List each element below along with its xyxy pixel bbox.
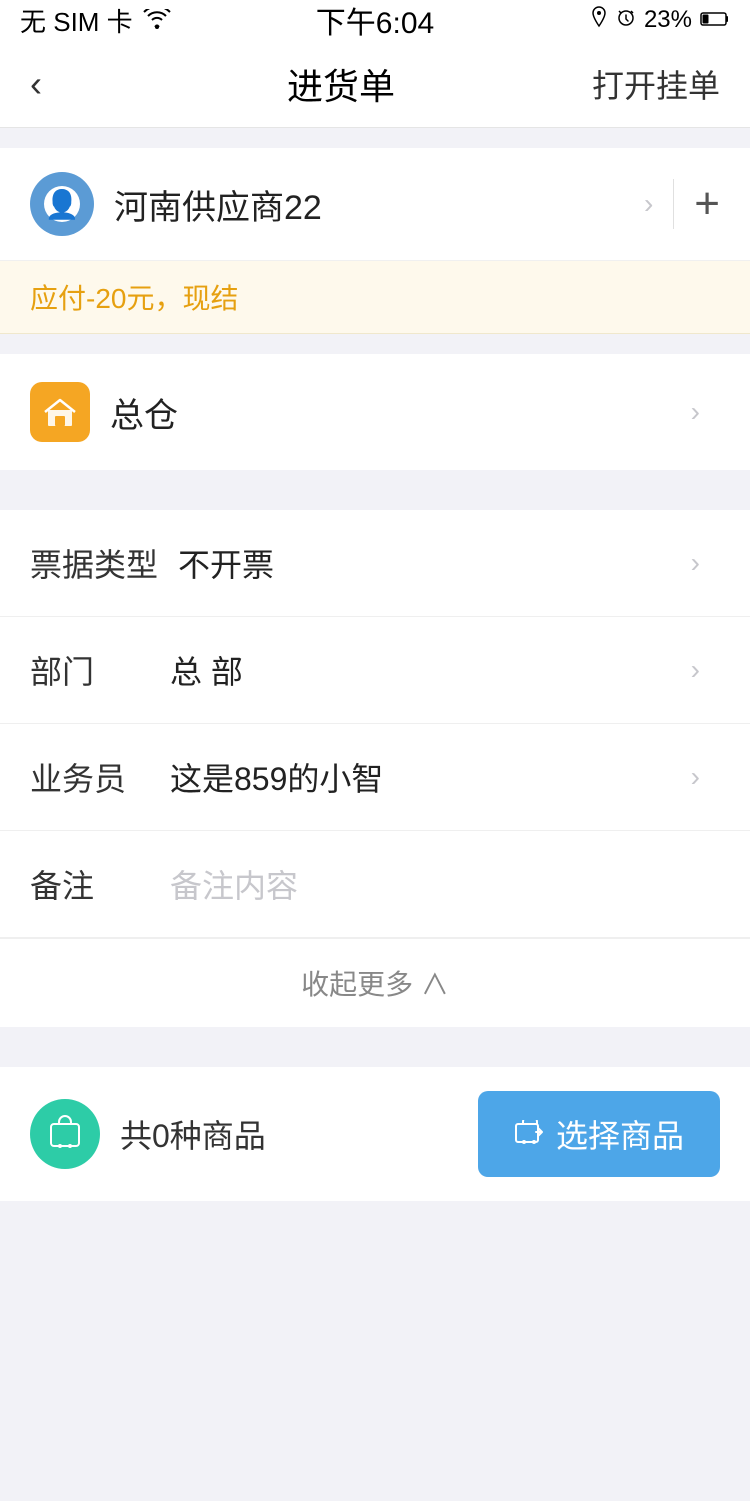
select-cart-icon — [514, 1120, 546, 1148]
notice-bar: 应付-20元，现结 — [0, 261, 750, 334]
status-time: 下午6:04 — [316, 0, 434, 42]
dept-label: 部门 — [30, 647, 150, 693]
warehouse-chevron-icon: › — [691, 396, 700, 428]
staff-chevron-icon: › — [691, 761, 700, 793]
warehouse-row[interactable]: 总仓 › — [0, 354, 750, 470]
person-icon: 👤 — [45, 188, 80, 221]
add-supplier-button[interactable]: + — [694, 182, 720, 226]
staff-label: 业务员 — [30, 754, 150, 800]
page-title: 进货单 — [287, 58, 395, 110]
staff-row[interactable]: 业务员 这是859的小智 › — [0, 724, 750, 831]
section-gap-1 — [0, 128, 750, 148]
section-gap-4 — [0, 1027, 750, 1047]
ticket-label: 票据类型 — [30, 540, 158, 586]
content-area — [0, 1201, 750, 1501]
supplier-chevron-icon: › — [644, 188, 653, 220]
remark-input[interactable]: 备注内容 — [150, 861, 720, 907]
sim-label: 无 SIM 卡 — [20, 2, 133, 39]
product-cart-icon — [45, 1114, 85, 1154]
notice-text: 应付-20元，现结 — [30, 283, 238, 314]
warehouse-icon-wrap — [30, 382, 90, 442]
ticket-chevron-icon: › — [691, 547, 700, 579]
bottom-section: 共0种商品 选择商品 — [0, 1067, 750, 1201]
status-bar: 无 SIM 卡 下午6:04 23% — [0, 0, 750, 40]
dept-value: 总 部 — [150, 647, 691, 693]
back-button[interactable]: ‹ — [30, 63, 90, 105]
supplier-section: 👤 河南供应商22 › + 应付-20元，现结 — [0, 148, 750, 334]
section-gap-2 — [0, 334, 750, 354]
select-product-label: 选择商品 — [556, 1111, 684, 1157]
collapse-label: 收起更多 ∧ — [301, 963, 449, 1003]
status-left: 无 SIM 卡 — [20, 2, 171, 39]
ticket-row[interactable]: 票据类型 不开票 › — [0, 510, 750, 617]
dept-chevron-icon: › — [691, 654, 700, 686]
status-right: 23% — [590, 6, 730, 35]
divider — [673, 179, 674, 229]
form-section: 票据类型 不开票 › 部门 总 部 › 业务员 这是859的小智 › 备注 备注… — [0, 510, 750, 1027]
nav-bar: ‹ 进货单 打开挂单 — [0, 40, 750, 128]
supplier-avatar: 👤 — [30, 172, 94, 236]
battery-label: 23% — [644, 6, 692, 34]
section-gap-3 — [0, 470, 750, 490]
staff-value: 这是859的小智 — [150, 754, 691, 800]
collapse-button[interactable]: 收起更多 ∧ — [0, 938, 750, 1027]
location-icon — [590, 6, 608, 35]
alarm-icon — [616, 6, 636, 34]
dept-row[interactable]: 部门 总 部 › — [0, 617, 750, 724]
ticket-value: 不开票 — [158, 540, 691, 586]
warehouse-section: 总仓 › — [0, 354, 750, 470]
wifi-icon — [143, 5, 171, 36]
supplier-name: 河南供应商22 — [114, 180, 644, 229]
product-count: 共0种商品 — [120, 1111, 458, 1157]
warehouse-label: 总仓 — [110, 388, 691, 437]
battery-icon — [700, 6, 730, 34]
select-product-button[interactable]: 选择商品 — [478, 1091, 720, 1177]
product-icon-wrap — [30, 1099, 100, 1169]
supplier-row[interactable]: 👤 河南供应商22 › + — [0, 148, 750, 261]
warehouse-icon — [42, 394, 78, 430]
remark-label: 备注 — [30, 861, 150, 907]
avatar-inner: 👤 — [44, 186, 80, 222]
open-pending-button[interactable]: 打开挂单 — [592, 61, 720, 107]
remark-row[interactable]: 备注 备注内容 — [0, 831, 750, 938]
